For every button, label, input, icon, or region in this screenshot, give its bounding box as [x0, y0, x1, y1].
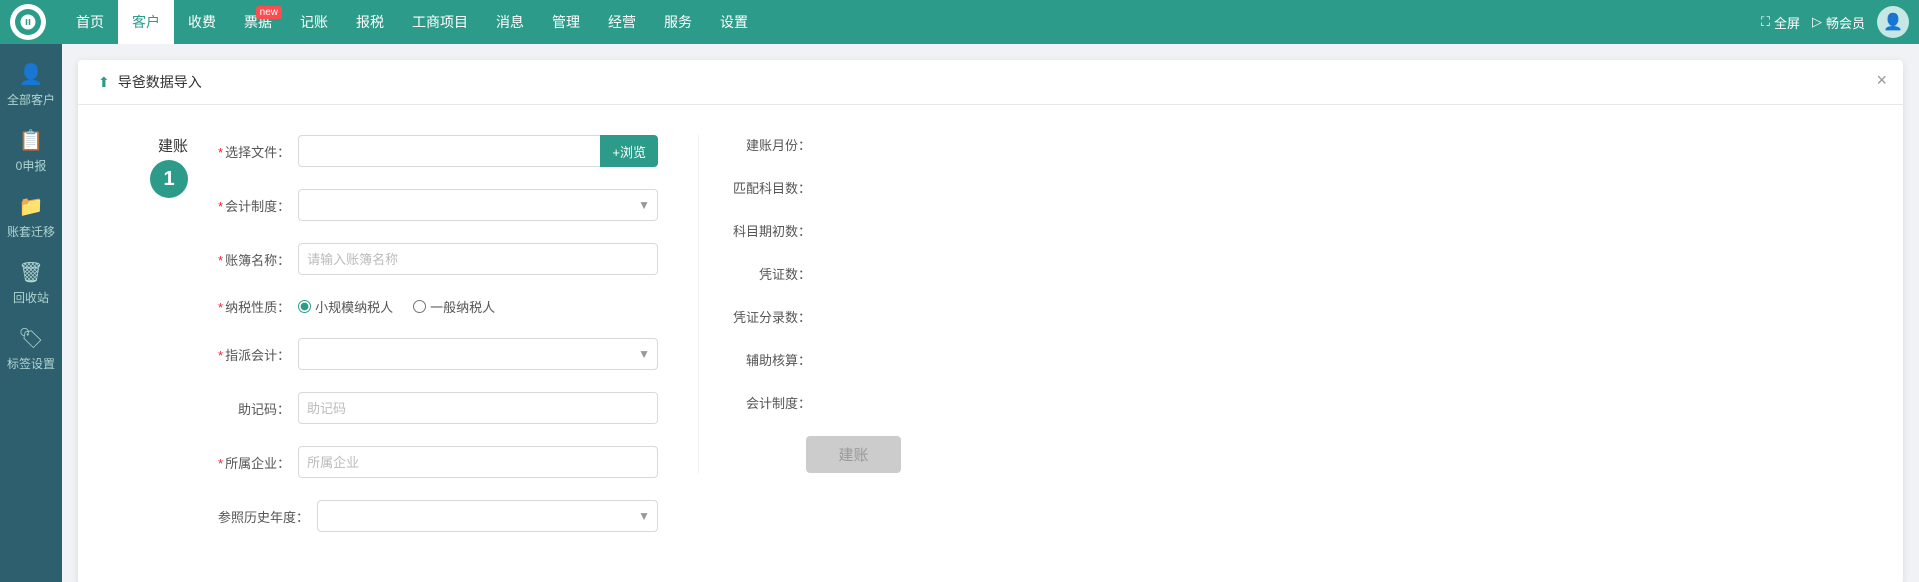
tax-general-label[interactable]: 一般纳税人: [413, 297, 495, 316]
nav-operation[interactable]: 经营: [594, 0, 650, 44]
aux-label: 辅助核算：: [729, 350, 819, 369]
nav-service[interactable]: 服务: [650, 0, 706, 44]
fullscreen-icon: ⛶: [1761, 14, 1770, 30]
step-label: 建账: [158, 135, 188, 156]
company-row: *所属企业：: [218, 446, 658, 478]
browse-button[interactable]: +浏览: [600, 135, 658, 167]
accountant-row: *指派会计： ▼: [218, 338, 658, 370]
accountant-select-wrapper: ▼: [298, 338, 658, 370]
accounting-label: *会计制度：: [218, 196, 298, 215]
play-icon: ▷: [1812, 14, 1822, 30]
nav-manage[interactable]: 管理: [538, 0, 594, 44]
period-row: 科目期初数：: [729, 221, 978, 240]
accountant-label: *指派会计：: [218, 345, 298, 364]
file-input-group: +浏览: [298, 135, 658, 167]
tag-settings-icon: 🏷: [18, 326, 43, 351]
period-label: 科目期初数：: [729, 221, 819, 240]
nav-items: 首页 客户 收费 票据 new 记账 报税 工商项目 消息 管理 经营 服务 设…: [62, 0, 1761, 44]
layout: 👤 全部客户 📋 0申报 📁 账套迁移 🗑 回收站 🏷 标签设置 ⬆ 导爸数据导…: [0, 44, 1919, 582]
dialog-card: ⬆ 导爸数据导入 × 建账 1 *选择文件：: [78, 60, 1903, 582]
month-row: 建账月份：: [729, 135, 978, 154]
dialog-title: 导爸数据导入: [118, 72, 202, 92]
tax-small-label[interactable]: 小规模纳税人: [298, 297, 393, 316]
step-section: 建账 1: [98, 135, 218, 554]
nav-right: ⛶ 全屏 ▷ 畅会员 👤: [1761, 6, 1909, 38]
accounting-system-label: 会计制度：: [729, 393, 819, 412]
history-row: 参照历史年度： ▼: [218, 500, 658, 532]
history-select[interactable]: [317, 500, 658, 532]
build-account-button[interactable]: 建账: [806, 436, 900, 473]
memo-label: 助记码：: [218, 399, 298, 418]
main-content: ⬆ 导爸数据导入 × 建账 1 *选择文件：: [62, 44, 1919, 582]
ledger-row: *账簿名称：: [218, 243, 658, 275]
sidebar-item-all-customers[interactable]: 👤 全部客户: [0, 52, 62, 118]
sidebar: 👤 全部客户 📋 0申报 📁 账套迁移 🗑 回收站 🏷 标签设置: [0, 44, 62, 582]
accounting-row: *会计制度： ▼: [218, 189, 658, 221]
step-circle: 1: [150, 160, 188, 198]
file-label: *选择文件：: [218, 142, 298, 161]
sidebar-item-recycle[interactable]: 🗑 回收站: [0, 250, 62, 316]
voucher-row: 凭证数：: [729, 264, 978, 283]
form-section: *选择文件： +浏览 *会计制度：: [218, 135, 658, 554]
history-select-wrapper: ▼: [317, 500, 658, 532]
history-label: 参照历史年度：: [218, 507, 317, 526]
nav-invoice[interactable]: 票据 new: [230, 0, 286, 44]
member-btn[interactable]: ▷ 畅会员: [1812, 13, 1865, 32]
aux-row: 辅助核算：: [729, 350, 978, 369]
all-customers-icon: 👤: [19, 62, 44, 87]
memo-row: 助记码：: [218, 392, 658, 424]
month-label: 建账月份：: [729, 135, 819, 154]
info-section: 建账月份： 匹配科目数： 科目期初数： 凭证数：: [698, 135, 978, 473]
accountant-select[interactable]: [298, 338, 658, 370]
company-input[interactable]: [298, 446, 658, 478]
company-label: *所属企业：: [218, 453, 298, 472]
sidebar-item-account-migration[interactable]: 📁 账套迁移: [0, 184, 62, 250]
accounting-select[interactable]: [298, 189, 658, 221]
new-badge: new: [256, 6, 282, 19]
recycle-icon: 🗑: [18, 260, 43, 285]
match-label: 匹配科目数：: [729, 178, 819, 197]
voucher-label: 凭证数：: [729, 264, 819, 283]
tax-general-radio[interactable]: [413, 300, 426, 313]
top-nav: 首页 客户 收费 票据 new 记账 报税 工商项目 消息 管理 经营 服务 设…: [0, 0, 1919, 44]
fullscreen-btn[interactable]: ⛶ 全屏: [1761, 13, 1800, 32]
match-row: 匹配科目数：: [729, 178, 978, 197]
nav-business[interactable]: 工商项目: [398, 0, 482, 44]
tax-label: *纳税性质：: [218, 297, 298, 316]
voucher-entries-label: 凭证分录数：: [729, 307, 819, 326]
close-button[interactable]: ×: [1876, 70, 1887, 91]
tax-row: *纳税性质： 小规模纳税人 一般纳税人: [218, 297, 658, 316]
sidebar-item-zero-declaration[interactable]: 📋 0申报: [0, 118, 62, 184]
accounting-select-wrapper: ▼: [298, 189, 658, 221]
nav-customer[interactable]: 客户: [118, 0, 174, 44]
nav-home[interactable]: 首页: [62, 0, 118, 44]
nav-bookkeeping[interactable]: 记账: [286, 0, 342, 44]
dialog-header: ⬆ 导爸数据导入 ×: [78, 60, 1903, 105]
right-panel: 建账月份： 匹配科目数： 科目期初数： 凭证数：: [658, 135, 978, 554]
import-icon: ⬆: [98, 74, 110, 91]
nav-tax[interactable]: 报税: [342, 0, 398, 44]
file-row: *选择文件： +浏览: [218, 135, 658, 167]
avatar[interactable]: 👤: [1877, 6, 1909, 38]
memo-input[interactable]: [298, 392, 658, 424]
sidebar-item-tag-settings[interactable]: 🏷 标签设置: [0, 316, 62, 382]
accounting-system-row: 会计制度：: [729, 393, 978, 412]
tax-small-radio[interactable]: [298, 300, 311, 313]
nav-message[interactable]: 消息: [482, 0, 538, 44]
ledger-input[interactable]: [298, 243, 658, 275]
nav-fee[interactable]: 收费: [174, 0, 230, 44]
logo: [10, 4, 46, 40]
nav-settings[interactable]: 设置: [706, 0, 762, 44]
file-input[interactable]: [298, 135, 600, 167]
zero-declaration-icon: 📋: [19, 128, 44, 153]
account-migration-icon: 📁: [19, 194, 44, 219]
voucher-entries-row: 凭证分录数：: [729, 307, 978, 326]
dialog-body: 建账 1 *选择文件： +浏览: [78, 105, 1903, 582]
ledger-label: *账簿名称：: [218, 250, 298, 269]
tax-radio-group: 小规模纳税人 一般纳税人: [298, 297, 658, 316]
